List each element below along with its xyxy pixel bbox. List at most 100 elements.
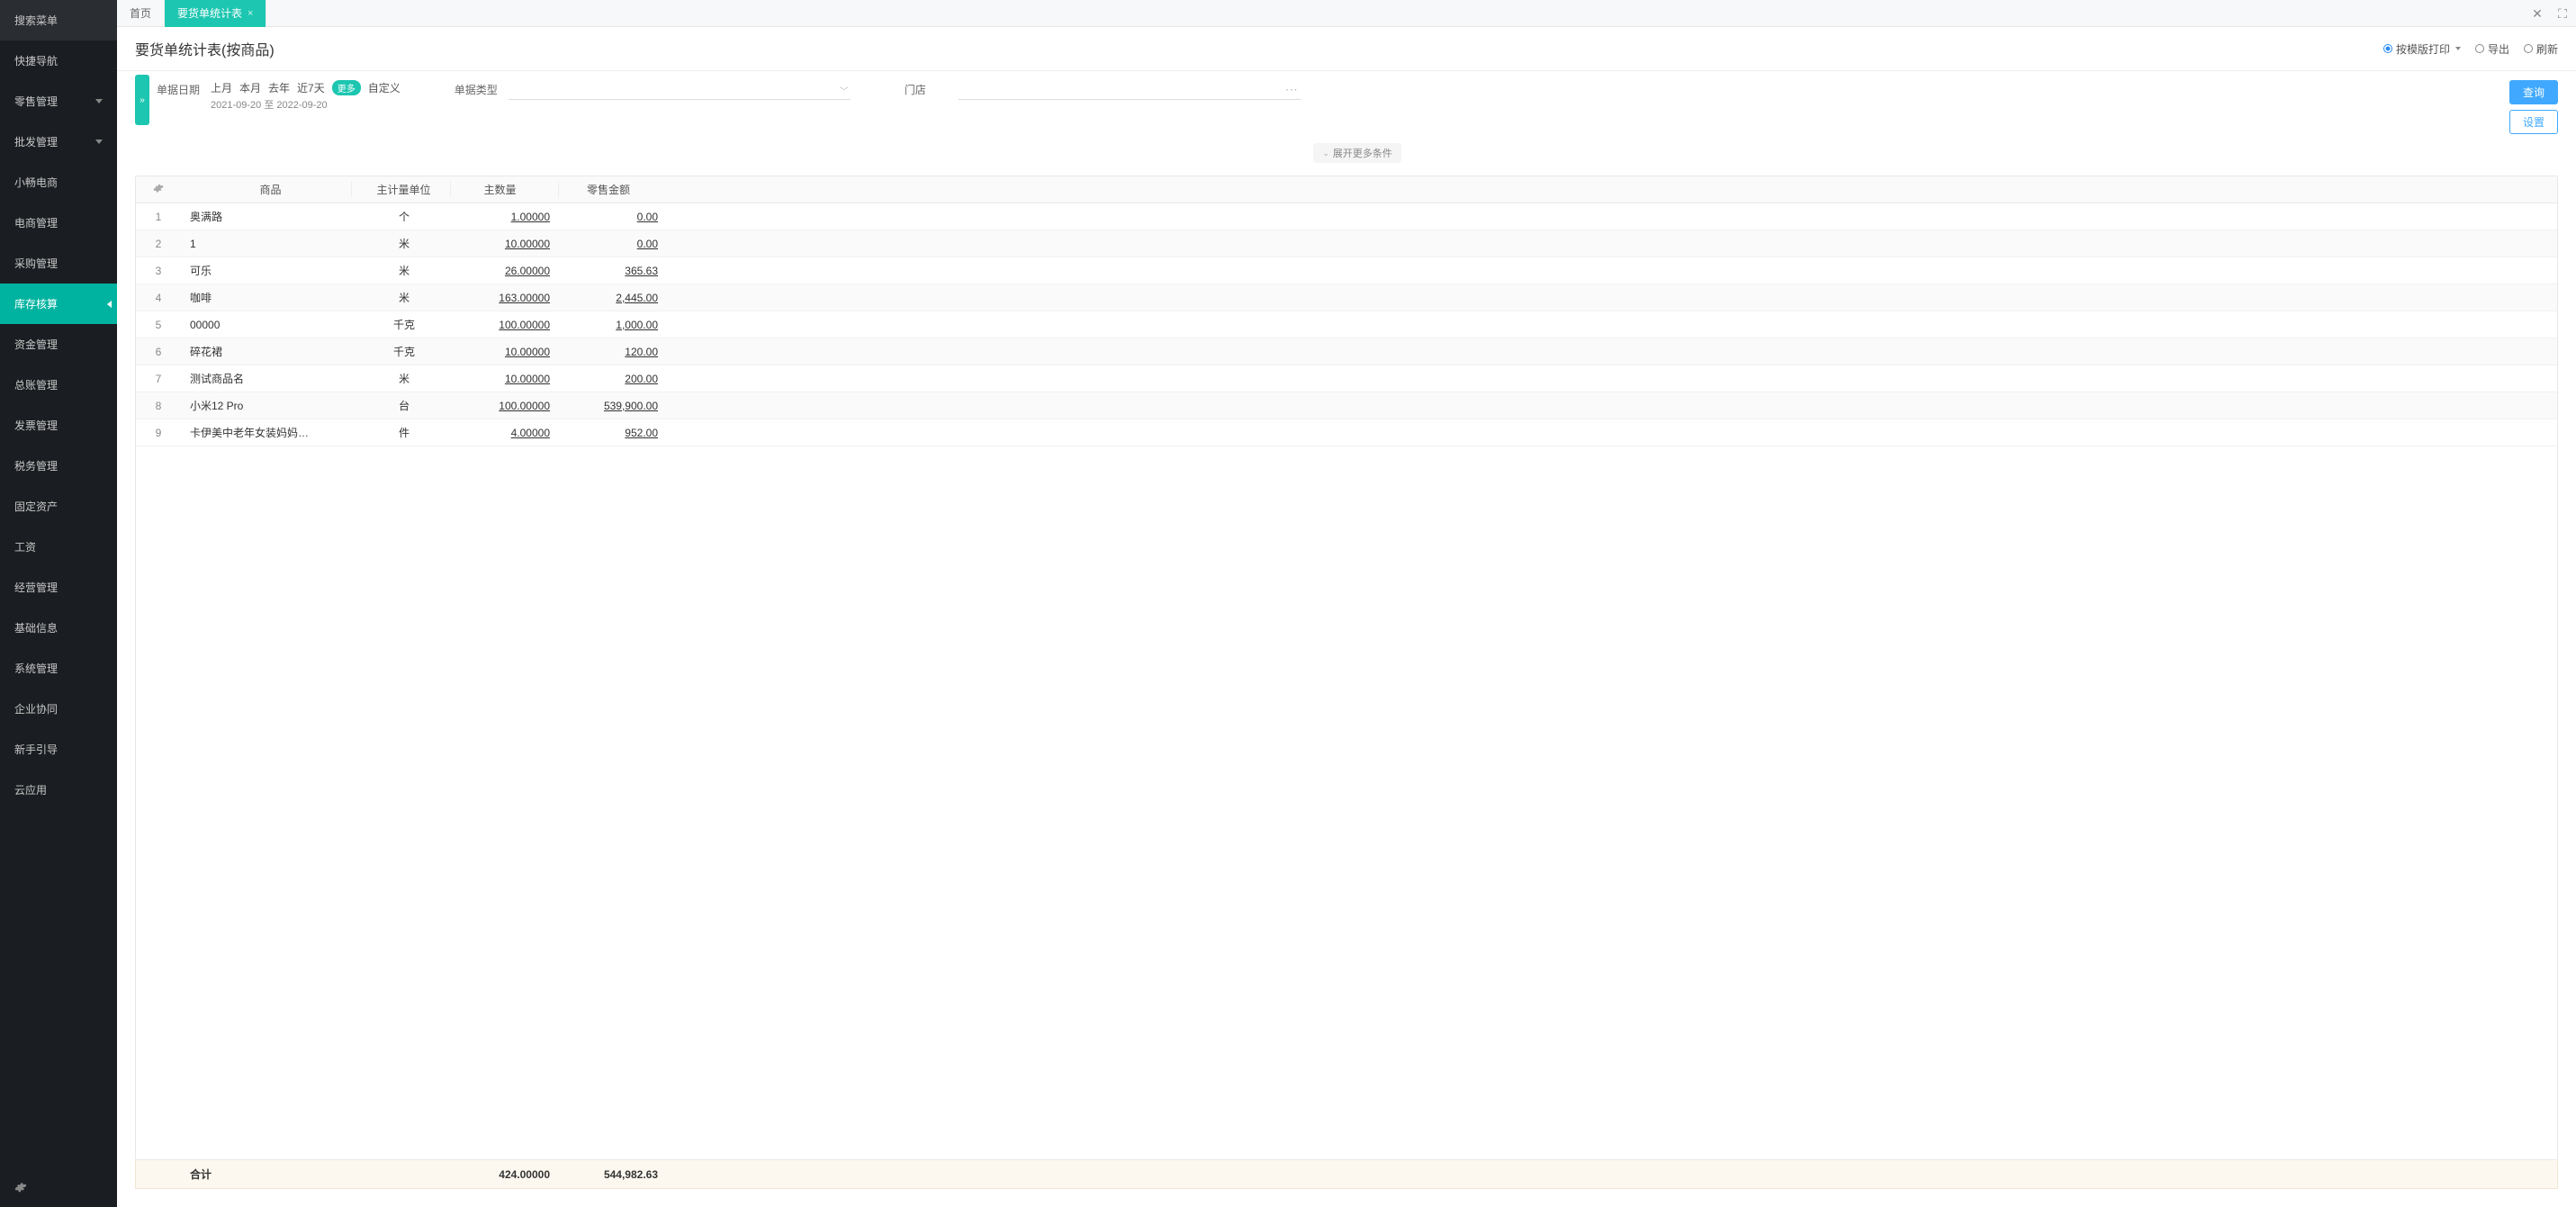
cell-qty[interactable]: 100.00000 (451, 319, 559, 331)
chevron-right-icon: » (140, 95, 145, 105)
cell-unit: 米 (352, 371, 451, 386)
cell-qty[interactable]: 10.00000 (451, 346, 559, 358)
refresh-button[interactable]: 刷新 (2524, 41, 2558, 57)
export-button[interactable]: 导出 (2475, 41, 2509, 57)
column-settings-button[interactable] (136, 183, 181, 196)
table-row[interactable]: 21米10.000000.00 (136, 230, 2557, 257)
cell-unit: 米 (352, 290, 451, 305)
sidebar-item-19[interactable]: 云应用 (0, 770, 117, 810)
col-unit[interactable]: 主计量单位 (352, 182, 451, 197)
sidebar-item-9[interactable]: 总账管理 (0, 365, 117, 405)
table-row[interactable]: 500000千克100.000001,000.00 (136, 311, 2557, 338)
settings-button[interactable]: 设置 (2509, 110, 2558, 134)
sidebar-item-label: 快捷导航 (14, 53, 58, 68)
sidebar-item-17[interactable]: 企业协同 (0, 689, 117, 729)
tab-1[interactable]: 要货单统计表× (165, 0, 266, 27)
doc-type-select[interactable]: ﹀ (509, 80, 851, 100)
cell-amount[interactable]: 200.00 (559, 373, 667, 385)
table-row[interactable]: 7测试商品名米10.00000200.00 (136, 365, 2557, 392)
cell-qty[interactable]: 10.00000 (451, 373, 559, 385)
sidebar-item-10[interactable]: 发票管理 (0, 405, 117, 446)
sidebar-item-5[interactable]: 电商管理 (0, 203, 117, 243)
cell-amount[interactable]: 120.00 (559, 346, 667, 358)
cell-product: 小米12 Pro (181, 398, 352, 413)
date-custom[interactable]: 自定义 (368, 80, 401, 95)
tab-label: 首页 (130, 0, 151, 27)
cell-product: 测试商品名 (181, 371, 352, 386)
row-index: 5 (136, 319, 181, 331)
sidebar-item-label: 企业协同 (14, 701, 58, 716)
query-button[interactable]: 查询 (2509, 80, 2558, 104)
table-row[interactable]: 6碎花裙千克10.00000120.00 (136, 338, 2557, 365)
expand-more-filters[interactable]: ⌄ 展开更多条件 (1313, 143, 1401, 163)
cell-amount[interactable]: 952.00 (559, 427, 667, 439)
sidebar-item-18[interactable]: 新手引导 (0, 729, 117, 770)
chevron-down-icon (95, 140, 103, 144)
close-all-tabs[interactable]: ✕ (2527, 4, 2547, 23)
refresh-radio-icon (2524, 44, 2533, 53)
sidebar-item-12[interactable]: 固定资产 (0, 486, 117, 527)
cell-amount[interactable]: 2,445.00 (559, 292, 667, 304)
chevron-down-icon (2455, 47, 2461, 50)
sidebar-item-label: 发票管理 (14, 418, 58, 433)
sidebar-item-label: 批发管理 (14, 134, 58, 149)
sidebar-item-4[interactable]: 小畅电商 (0, 162, 117, 203)
fullscreen-icon[interactable]: ⛶ (2553, 4, 2572, 23)
cell-qty[interactable]: 10.00000 (451, 238, 559, 250)
sidebar-item-label: 固定资产 (14, 499, 58, 514)
col-amount[interactable]: 零售金额 (559, 182, 667, 197)
cell-product: 奥满路 (181, 209, 352, 224)
table-row[interactable]: 1奥满路个1.000000.00 (136, 203, 2557, 230)
cell-amount[interactable]: 0.00 (559, 211, 667, 223)
sidebar-item-label: 云应用 (14, 782, 47, 797)
cell-qty[interactable]: 163.00000 (451, 292, 559, 304)
sidebar-item-11[interactable]: 税务管理 (0, 446, 117, 486)
store-select[interactable]: ⋯ (959, 80, 1301, 100)
sidebar-item-label: 资金管理 (14, 337, 58, 352)
sidebar-item-1[interactable]: 快捷导航 (0, 41, 117, 81)
table-row[interactable]: 9卡伊美中老年女装妈妈…件4.00000952.00 (136, 419, 2557, 446)
table-totals-row: 合计 424.00000 544,982.63 (135, 1160, 2558, 1189)
sidebar-item-0[interactable]: 搜索菜单 (0, 0, 117, 41)
cell-amount[interactable]: 539,900.00 (559, 400, 667, 412)
sidebar-item-label: 系统管理 (14, 661, 58, 676)
table-row[interactable]: 4咖啡米163.000002,445.00 (136, 284, 2557, 311)
export-radio-icon (2475, 44, 2484, 53)
tab-0[interactable]: 首页 (117, 0, 165, 27)
col-product[interactable]: 商品 (181, 182, 352, 197)
close-icon[interactable]: × (248, 0, 253, 27)
col-qty[interactable]: 主数量 (451, 182, 559, 197)
date-shortcut-7days[interactable]: 近7天 (297, 80, 325, 95)
sidebar-item-6[interactable]: 采购管理 (0, 243, 117, 284)
date-more-badge[interactable]: 更多 (332, 80, 361, 95)
sidebar-settings[interactable] (0, 1170, 117, 1207)
table-row[interactable]: 3可乐米26.00000365.63 (136, 257, 2557, 284)
sidebar-item-13[interactable]: 工资 (0, 527, 117, 567)
cell-qty[interactable]: 4.00000 (451, 427, 559, 439)
cell-amount[interactable]: 0.00 (559, 238, 667, 250)
cell-amount[interactable]: 365.63 (559, 265, 667, 277)
sidebar-item-16[interactable]: 系统管理 (0, 648, 117, 689)
sidebar-item-14[interactable]: 经营管理 (0, 567, 117, 608)
table-row[interactable]: 8小米12 Pro台100.00000539,900.00 (136, 392, 2557, 419)
sidebar-item-3[interactable]: 批发管理 (0, 122, 117, 162)
cell-unit: 千克 (352, 344, 451, 359)
print-by-template-button[interactable]: 按模版打印 (2383, 41, 2461, 57)
tabbar: 首页要货单统计表× ✕ ⛶ (117, 0, 2576, 27)
sidebar-item-8[interactable]: 资金管理 (0, 324, 117, 365)
chevron-down-icon: ﹀ (840, 84, 849, 97)
sidebar-item-7[interactable]: 库存核算 (0, 284, 117, 324)
row-index: 6 (136, 346, 181, 358)
cell-product: 00000 (181, 319, 352, 331)
cell-unit: 个 (352, 209, 451, 224)
collapse-filter-handle[interactable]: » (135, 75, 149, 125)
sidebar-item-2[interactable]: 零售管理 (0, 81, 117, 122)
cell-qty[interactable]: 1.00000 (451, 211, 559, 223)
date-shortcut-last-month[interactable]: 上月 (211, 80, 232, 95)
sidebar-item-15[interactable]: 基础信息 (0, 608, 117, 648)
cell-qty[interactable]: 26.00000 (451, 265, 559, 277)
date-shortcut-last-year[interactable]: 去年 (268, 80, 290, 95)
date-shortcut-this-month[interactable]: 本月 (239, 80, 261, 95)
cell-qty[interactable]: 100.00000 (451, 400, 559, 412)
cell-amount[interactable]: 1,000.00 (559, 319, 667, 331)
